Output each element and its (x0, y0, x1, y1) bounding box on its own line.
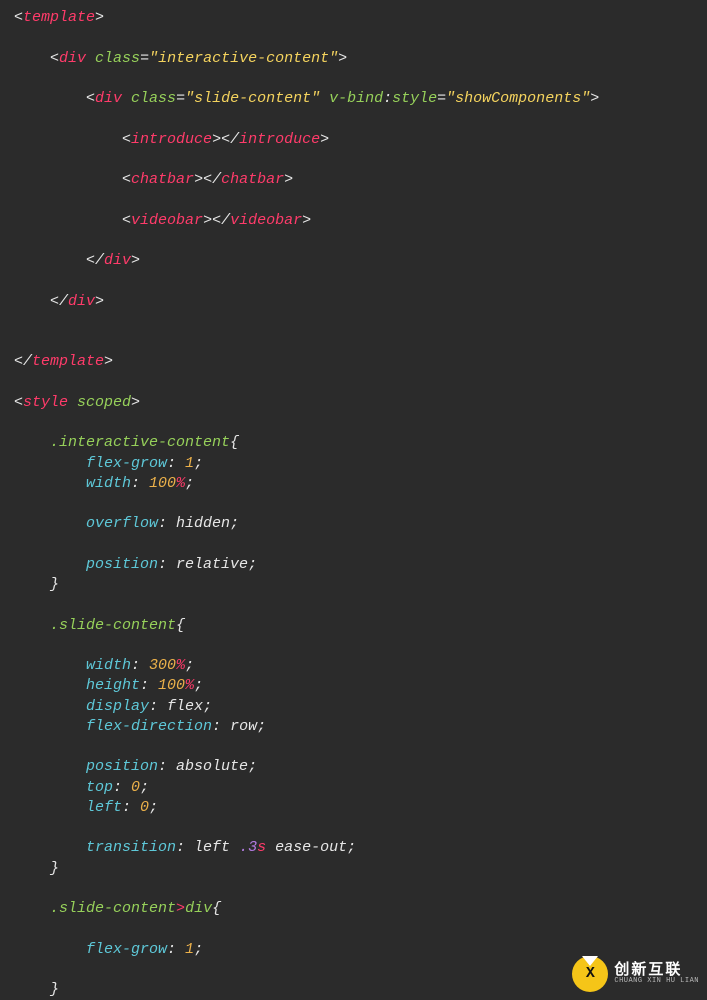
watermark-cn: 创新互联 (614, 963, 699, 978)
watermark: X 创新互联 CHUANG XIN HU LIAN (572, 956, 699, 992)
watermark-pinyin: CHUANG XIN HU LIAN (614, 978, 699, 985)
watermark-logo-icon: X (572, 956, 608, 992)
code-block: <template> <div class="interactive-conte… (0, 0, 707, 1000)
watermark-text: 创新互联 CHUANG XIN HU LIAN (614, 963, 699, 985)
